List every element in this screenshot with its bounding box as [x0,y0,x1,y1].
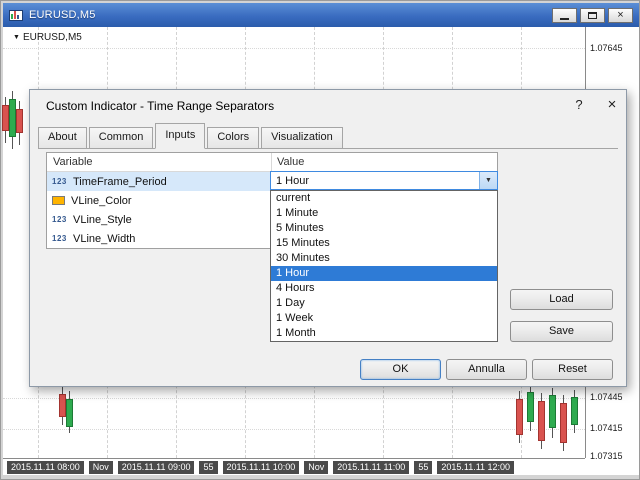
dialog-close-button[interactable]: × [603,96,621,114]
numeric-123-icon: 123 [52,215,66,224]
tab-common[interactable]: Common [89,127,154,148]
minimize-icon [560,18,569,20]
dropdown-option-5-minutes[interactable]: 5 Minutes [271,221,497,236]
param-name: TimeFrame_Period [73,176,167,188]
numeric-123-icon: 123 [52,177,66,186]
tab-colors[interactable]: Colors [207,127,259,148]
chevron-down-icon[interactable]: ▼ [479,172,497,189]
mt4-window: EURUSD,M5 × ▼EURUSD,M5 1.07645 [0,0,640,480]
dropdown-option-current[interactable]: current [271,191,497,206]
price-label: 1.07315 [590,451,623,461]
param-name: VLine_Color [71,195,132,207]
close-button[interactable]: × [608,8,633,23]
time-label: Nov [304,461,328,474]
price-label: 1.07415 [590,423,623,433]
header-variable: Variable [53,156,93,168]
dropdown-option-30-minutes[interactable]: 30 Minutes [271,251,497,266]
table-header: Variable Value [47,153,497,172]
maximize-button[interactable] [580,8,605,23]
time-label: 55 [199,461,217,474]
dialog-titlebar[interactable]: Custom Indicator - Time Range Separators… [30,90,626,120]
dialog-tabs: About Common Inputs Colors Visualization [38,126,618,149]
time-label: 2015.11.11 11:00 [333,461,409,474]
cancel-button[interactable]: Annulla [446,359,527,380]
dropdown-option-4-hours[interactable]: 4 Hours [271,281,497,296]
param-name: VLine_Width [73,233,135,245]
tab-inputs[interactable]: Inputs [155,123,205,149]
time-label: 2015.11.11 12:00 [437,461,514,474]
price-label: 1.07645 [590,43,623,53]
window-titlebar[interactable]: EURUSD,M5 × [3,3,639,27]
window-title: EURUSD,M5 [29,9,96,21]
numeric-123-icon: 123 [52,234,66,243]
chart-icon [9,10,23,21]
time-label: 55 [414,461,432,474]
header-value: Value [277,156,304,168]
combobox-value: 1 Hour [271,175,479,187]
ok-button[interactable]: OK [360,359,441,380]
color-swatch-icon [52,196,65,205]
dropdown-option-15-minutes[interactable]: 15 Minutes [271,236,497,251]
maximize-icon [588,12,597,19]
dialog-title: Custom Indicator - Time Range Separators [46,99,274,113]
load-button[interactable]: Load [510,289,613,310]
dropdown-option-1-day[interactable]: 1 Day [271,296,497,311]
time-axis-labels: 2015.11.11 08:00 Nov 2015.11.11 09:00 55… [7,461,514,474]
help-button[interactable]: ? [570,96,588,114]
param-name: VLine_Style [73,214,132,226]
minimize-button[interactable] [552,8,577,23]
save-button[interactable]: Save [510,321,613,342]
custom-indicator-dialog: Custom Indicator - Time Range Separators… [29,89,627,387]
dropdown-option-1-month[interactable]: 1 Month [271,326,497,341]
chevron-down-icon: ▼ [13,34,20,41]
dropdown-option-1-minute[interactable]: 1 Minute [271,206,497,221]
time-label: Nov [89,461,113,474]
time-label: 2015.11.11 09:00 [118,461,195,474]
dropdown-option-1-week[interactable]: 1 Week [271,311,497,326]
dropdown-option-1-hour[interactable]: 1 Hour [271,266,497,281]
timeframe-dropdown: current 1 Minute 5 Minutes 15 Minutes 30… [270,190,498,342]
tab-visualization[interactable]: Visualization [261,127,343,148]
price-label: 1.07445 [590,392,623,402]
time-axis[interactable] [3,458,585,459]
time-label: 2015.11.11 08:00 [7,461,84,474]
reset-button[interactable]: Reset [532,359,613,380]
symbol-label: ▼EURUSD,M5 [13,32,82,43]
tab-about[interactable]: About [38,127,87,148]
timeframe-combobox[interactable]: 1 Hour ▼ [270,171,498,190]
time-label: 2015.11.11 10:00 [223,461,300,474]
